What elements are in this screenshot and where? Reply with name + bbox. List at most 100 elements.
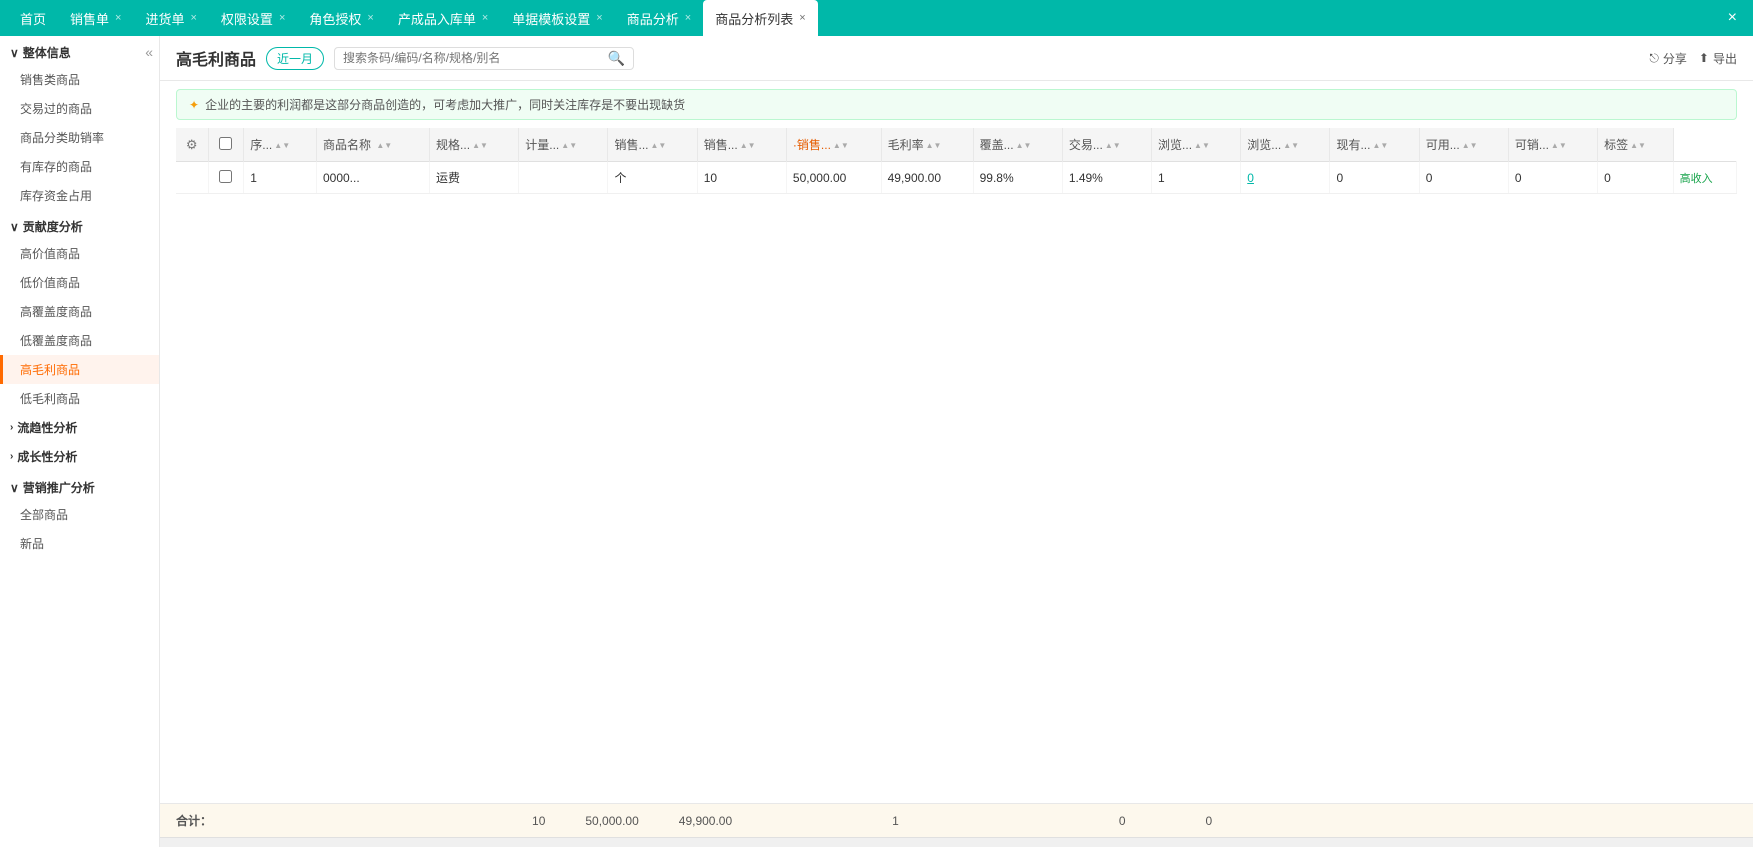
sidebar-group-marketing[interactable]: ∨ 营销推广分析	[0, 471, 159, 500]
row-settings-cell	[176, 162, 208, 194]
nav-permissions[interactable]: 权限设置 ×	[209, 0, 297, 36]
sidebar-item-category-rate[interactable]: 商品分类助销率	[0, 123, 159, 152]
col-unit: 计量...▲▼	[519, 128, 608, 162]
info-icon: ✦	[189, 98, 199, 112]
col-current-stock: 现有...▲▼	[1330, 128, 1419, 162]
sidebar-item-high-coverage[interactable]: 高覆盖度商品	[0, 297, 159, 326]
nav-analysis-list[interactable]: 商品分析列表 ×	[703, 0, 817, 36]
sidebar-item-stock-capital[interactable]: 库存资金占用	[0, 181, 159, 210]
close-analysis-tab[interactable]: ×	[685, 12, 691, 24]
col-sales-qty: 销售...▲▼	[608, 128, 697, 162]
sidebar-item-high-value[interactable]: 高价值商品	[0, 239, 159, 268]
nav-template[interactable]: 单据模板设置 ×	[500, 0, 614, 36]
table-footer: 合计： 10 50,000.00 49,900.00 1 0 0	[160, 803, 1753, 837]
row-sales-qty: 10	[697, 162, 786, 194]
close-sales-tab[interactable]: ×	[115, 12, 121, 24]
footer-sales-qty: 10	[532, 814, 545, 828]
close-roles-tab[interactable]: ×	[367, 12, 373, 24]
row-name: 运费	[430, 162, 519, 194]
row-unit: 个	[608, 162, 697, 194]
sidebar-group-growth[interactable]: › 成长性分析	[0, 442, 159, 471]
row-spec	[519, 162, 608, 194]
page-title: 高毛利商品	[176, 46, 256, 70]
sidebar-item-low-value[interactable]: 低价值商品	[0, 268, 159, 297]
settings-icon[interactable]: ⚙	[186, 137, 198, 152]
info-banner: ✦ 企业的主要的利润都是这部分商品创造的，可考虑加大推广，同时关注库存是不要出现…	[176, 89, 1737, 120]
top-nav: 首页 销售单 × 进货单 × 权限设置 × 角色授权 × 产成品入库单 × 单据…	[0, 0, 1753, 36]
col-name: 商品名称 ▲▼	[316, 128, 429, 162]
sidebar-group-overview[interactable]: ∨ 整体信息	[0, 36, 159, 65]
col-index: 序...▲▼	[244, 128, 317, 162]
row-checkbox-cell[interactable]	[208, 162, 244, 194]
close-permissions-tab[interactable]: ×	[279, 12, 285, 24]
col-spec: 规格...▲▼	[430, 128, 519, 162]
horizontal-scrollbar[interactable]	[160, 837, 1753, 847]
sidebar-collapse-btn[interactable]: «	[145, 44, 153, 60]
nav-roles[interactable]: 角色授权 ×	[297, 0, 385, 36]
sidebar-item-in-stock[interactable]: 有库存的商品	[0, 152, 159, 181]
sidebar-item-all-goods[interactable]: 全部商品	[0, 500, 159, 529]
row-browse2: 0	[1330, 162, 1419, 194]
row-coverage: 1.49%	[1062, 162, 1151, 194]
col-transactions: 交易...▲▼	[1062, 128, 1151, 162]
close-all-tabs[interactable]: ×	[1720, 9, 1745, 27]
filter-recent-month[interactable]: 近一月	[266, 47, 324, 70]
footer-transactions: 1	[892, 814, 899, 828]
table-wrapper[interactable]: ⚙ 序...▲▼ 商品名称 ▲▼ 规格...▲▼	[160, 128, 1753, 803]
share-button[interactable]: ⎋ 分享	[1649, 50, 1687, 67]
share-icon: ⎋	[1649, 51, 1659, 66]
sidebar-item-traded-goods[interactable]: 交易过的商品	[0, 94, 159, 123]
col-sellable: 可销...▲▼	[1508, 128, 1597, 162]
row-index: 1	[244, 162, 317, 194]
row-checkbox[interactable]	[219, 170, 232, 183]
sidebar-item-low-coverage[interactable]: 低覆盖度商品	[0, 326, 159, 355]
col-settings[interactable]: ⚙	[176, 128, 208, 162]
data-table: ⚙ 序...▲▼ 商品名称 ▲▼ 规格...▲▼	[176, 128, 1737, 194]
sidebar: « ∨ 整体信息 销售类商品 交易过的商品 商品分类助销率 有库存的商品 库存资…	[0, 36, 160, 847]
table-row: 1 0000... 运费 个 10 50,000.00 49,900.00 99…	[176, 162, 1737, 194]
search-input[interactable]	[343, 51, 608, 65]
col-coverage: 覆盖...▲▼	[973, 128, 1062, 162]
row-sales-profit: 49,900.00	[881, 162, 973, 194]
col-browse1: 浏览...▲▼	[1152, 128, 1241, 162]
footer-current-stock: 0	[1119, 814, 1126, 828]
nav-sales[interactable]: 销售单 ×	[58, 0, 133, 36]
nav-finished-goods[interactable]: 产成品入库单 ×	[386, 0, 500, 36]
export-button[interactable]: ⬆ 导出	[1699, 50, 1737, 67]
col-sales-amount: 销售...▲▼	[697, 128, 786, 162]
row-current-stock: 0	[1419, 162, 1508, 194]
col-gross-rate: 毛利率▲▼	[881, 128, 973, 162]
content-area: 高毛利商品 近一月 🔍 ⎋ 分享 ⬆ 导出 ✦ 企业的主要的利润都是这部分商品创…	[160, 36, 1753, 847]
close-analysis-list-tab[interactable]: ×	[799, 12, 805, 24]
col-browse2: 浏览...▲▼	[1241, 128, 1330, 162]
close-purchase-tab[interactable]: ×	[190, 12, 196, 24]
row-available: 0	[1508, 162, 1597, 194]
select-all-checkbox[interactable]	[219, 137, 232, 150]
footer-sales-profit: 49,900.00	[679, 814, 732, 828]
col-checkbox[interactable]	[208, 128, 244, 162]
nav-home[interactable]: 首页	[8, 0, 58, 36]
row-browse1[interactable]: 0	[1241, 162, 1330, 194]
row-tag: 高收入	[1673, 162, 1736, 194]
nav-analysis[interactable]: 商品分析 ×	[615, 0, 703, 36]
close-finished-tab[interactable]: ×	[482, 12, 488, 24]
sidebar-item-high-margin[interactable]: 高毛利商品	[0, 355, 159, 384]
row-sellable: 0	[1598, 162, 1673, 194]
sidebar-item-low-margin[interactable]: 低毛利商品	[0, 384, 159, 413]
export-icon: ⬆	[1699, 51, 1709, 65]
sidebar-group-contribution[interactable]: ∨ 贡献度分析	[0, 210, 159, 239]
sidebar-item-sales-goods[interactable]: 销售类商品	[0, 65, 159, 94]
footer-label: 合计：	[176, 812, 212, 829]
footer-sales-amount: 50,000.00	[585, 814, 638, 828]
col-tag: 标签▲▼	[1598, 128, 1673, 162]
row-gross-rate: 99.8%	[973, 162, 1062, 194]
nav-purchase[interactable]: 进货单 ×	[133, 0, 208, 36]
close-template-tab[interactable]: ×	[596, 12, 602, 24]
row-transactions: 1	[1152, 162, 1241, 194]
header-actions: ⎋ 分享 ⬆ 导出	[1649, 50, 1737, 67]
sidebar-group-trend[interactable]: › 流趋性分析	[0, 413, 159, 442]
sidebar-item-new-goods[interactable]: 新品	[0, 529, 159, 558]
search-box: 🔍	[334, 47, 634, 70]
search-icon[interactable]: 🔍	[608, 50, 625, 67]
table-header-row: ⚙ 序...▲▼ 商品名称 ▲▼ 规格...▲▼	[176, 128, 1737, 162]
